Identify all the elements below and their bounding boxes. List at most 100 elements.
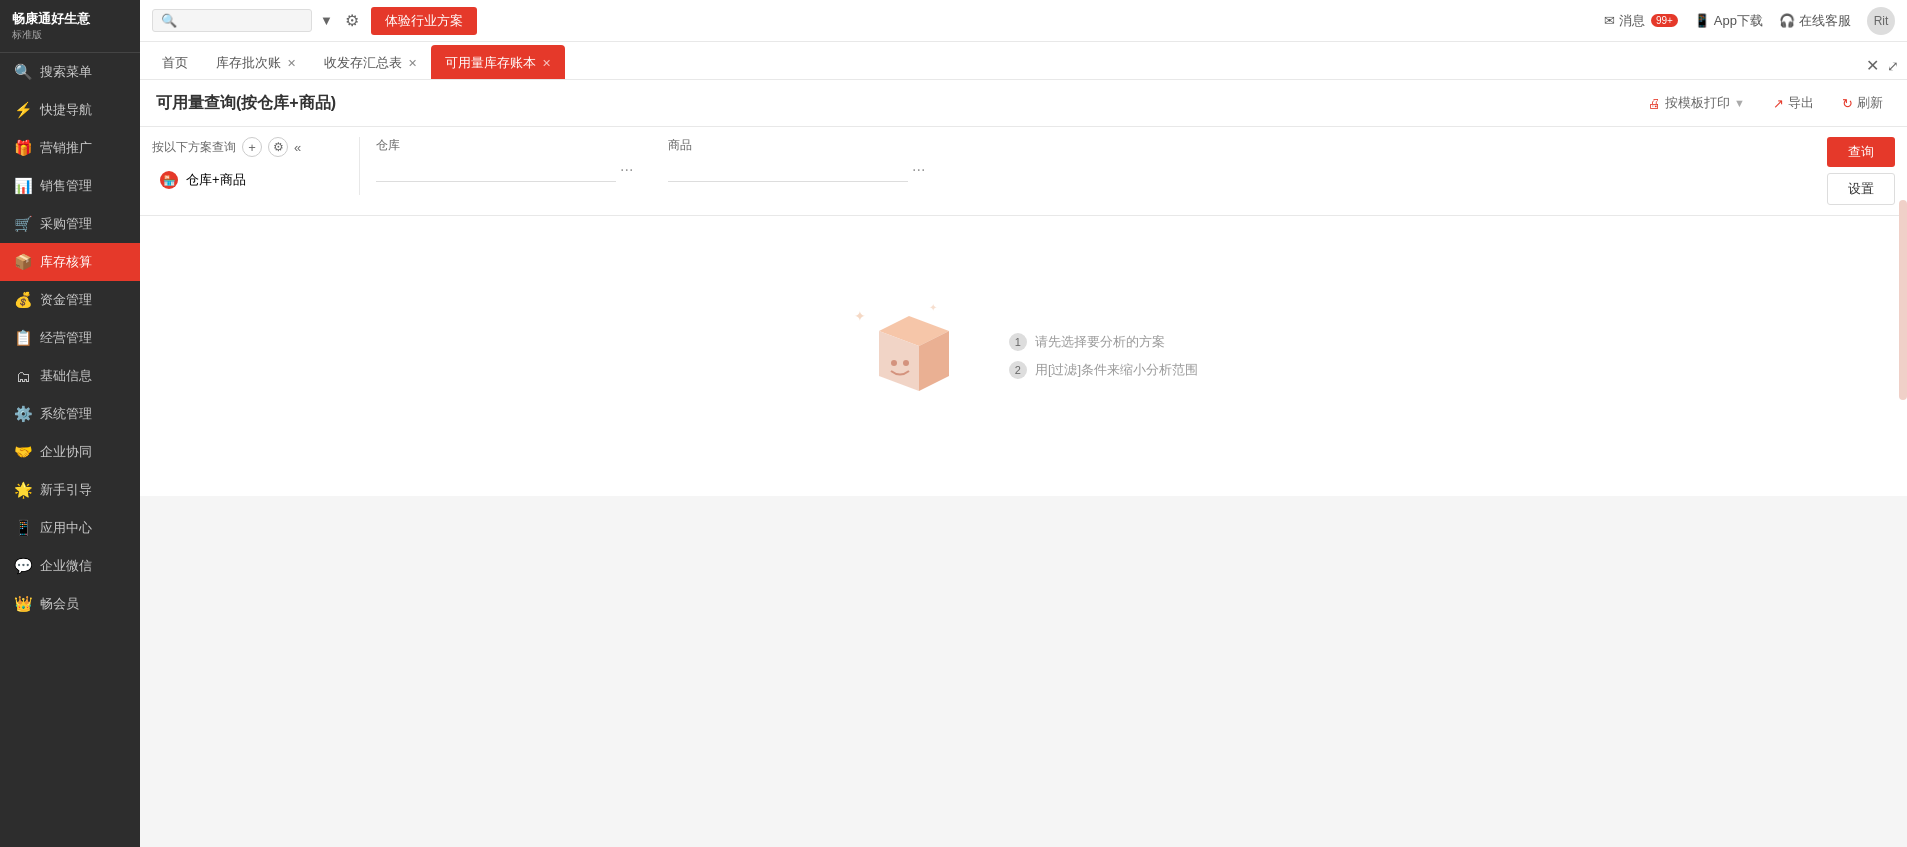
logo-title: 畅康通好生意 [12,10,128,28]
tab-batch-ledger[interactable]: 库存批次账 ✕ [202,45,310,79]
tab-batch-ledger-close[interactable]: ✕ [287,57,296,70]
search-input[interactable] [181,14,301,28]
filter-group-product: 商品 ··· [668,137,948,182]
sales-icon: 📊 [14,177,32,195]
shortcut-icon: ⚡ [14,101,32,119]
sidebar-item-cooperation[interactable]: 🤝 企业协同 [0,433,140,471]
refresh-icon: ↻ [1842,96,1853,111]
query-button[interactable]: 查询 [1827,137,1895,167]
search-icon: 🔍 [14,63,32,81]
warehouse-filter-more-icon[interactable]: ··· [620,161,633,179]
filters-panel: 仓库 ··· 商品 ··· [360,137,1815,182]
topbar-dropdown-icon[interactable]: ▼ [320,13,333,28]
sidebar-item-operation[interactable]: 📋 经营管理 [0,319,140,357]
sidebar-item-inventory[interactable]: 📦 库存核算 [0,243,140,281]
online-service-button[interactable]: 🎧 在线客服 [1779,12,1851,30]
tab-available-qty-close[interactable]: ✕ [542,57,551,70]
member-icon: 👑 [14,595,32,613]
sidebar-item-system[interactable]: ⚙️ 系统管理 [0,395,140,433]
scheme-collapse-button[interactable]: « [294,140,301,155]
user-profile[interactable]: Rit [1867,7,1895,35]
purchase-icon: 🛒 [14,215,32,233]
scheme-panel: 按以下方案查询 + ⚙ « 🏪 仓库+商品 [140,137,360,195]
sidebar-item-member[interactable]: 👑 畅会员 [0,585,140,623]
tab-home[interactable]: 首页 [148,45,202,79]
tab-collect-ledger-close[interactable]: ✕ [408,57,417,70]
warehouse-filter-input[interactable] [376,158,616,182]
hint-1-num: 1 [1009,333,1027,351]
right-scrollbar[interactable] [1899,200,1907,400]
topbar-search-box[interactable]: 🔍 [152,9,312,32]
svg-point-4 [903,360,909,366]
sidebar-item-basic[interactable]: 🗂 基础信息 [0,357,140,395]
product-filter-input[interactable] [668,158,908,182]
wechat-icon: 💬 [14,557,32,575]
sidebar-item-marketing[interactable]: 🎁 营销推广 [0,129,140,167]
sidebar-item-purchase[interactable]: 🛒 采购管理 [0,205,140,243]
scheme-header-label: 按以下方案查询 [152,139,236,156]
empty-hint-2: 2 用[过滤]条件来缩小分析范围 [1009,361,1198,379]
warehouse-filter-row: ··· [376,158,656,182]
sidebar: 畅康通好生意 标准版 🔍 搜索菜单 ⚡ 快捷导航 🎁 营销推广 📊 销售管理 🛒… [0,0,140,847]
inventory-icon: 📦 [14,253,32,271]
settings-button[interactable]: 设置 [1827,173,1895,205]
marketing-icon: 🎁 [14,139,32,157]
filter-group-warehouse: 仓库 ··· [376,137,656,182]
avatar: Rit [1867,7,1895,35]
empty-box-svg: ✦ ✦ [849,296,969,416]
search-input-icon: 🔍 [161,13,177,28]
print-icon: 🖨 [1648,96,1661,111]
operation-icon: 📋 [14,329,32,347]
empty-state: ✦ ✦ 1 请先选择要分析的方案 2 用[过滤]条件来缩小分析范围 [140,216,1907,496]
page-title: 可用量查询(按仓库+商品) [156,93,336,114]
empty-illustration: ✦ ✦ [849,296,969,416]
svg-text:✦: ✦ [854,308,866,324]
print-dropdown-icon[interactable]: ▼ [1734,97,1745,109]
scheme-add-button[interactable]: + [242,137,262,157]
svg-text:✦: ✦ [929,302,937,313]
sidebar-item-newbie[interactable]: 🌟 新手引导 [0,471,140,509]
export-icon: ↗ [1773,96,1784,111]
empty-state-inner: ✦ ✦ 1 请先选择要分析的方案 2 用[过滤]条件来缩小分析范围 [849,296,1198,416]
sidebar-scroll: 🔍 搜索菜单 ⚡ 快捷导航 🎁 营销推广 📊 销售管理 🛒 采购管理 📦 库存核… [0,53,140,847]
service-icon: 🎧 [1779,13,1795,28]
trial-industry-button[interactable]: 体验行业方案 [371,7,477,35]
page-header-actions: 🖨 按模板打印 ▼ ↗ 导出 ↻ 刷新 [1640,90,1891,116]
message-button[interactable]: ✉ 消息 99+ [1604,12,1678,30]
settings-gear-icon[interactable]: ⚙ [341,7,363,34]
product-filter-row: ··· [668,158,948,182]
product-filter-label: 商品 [668,137,948,154]
sidebar-item-shortcut[interactable]: ⚡ 快捷导航 [0,91,140,129]
basic-icon: 🗂 [14,367,32,385]
query-row: 按以下方案查询 + ⚙ « 🏪 仓库+商品 仓库 [140,137,1907,205]
finance-icon: 💰 [14,291,32,309]
tab-available-qty[interactable]: 可用量库存账本 ✕ [431,45,565,79]
tabbar: 首页 库存批次账 ✕ 收发存汇总表 ✕ 可用量库存账本 ✕ ✕ ⤢ [140,42,1907,80]
hint-2-num: 2 [1009,361,1027,379]
refresh-button[interactable]: ↻ 刷新 [1834,90,1891,116]
sidebar-item-wechat[interactable]: 💬 企业微信 [0,547,140,585]
app-download-button[interactable]: 📱 App下载 [1694,12,1763,30]
export-button[interactable]: ↗ 导出 [1765,90,1822,116]
system-icon: ⚙️ [14,405,32,423]
print-by-template-button[interactable]: 🖨 按模板打印 ▼ [1640,90,1753,116]
empty-hint-1: 1 请先选择要分析的方案 [1009,333,1198,351]
message-badge: 99+ [1651,14,1678,27]
logo-sub: 标准版 [12,28,128,42]
tab-collect-ledger[interactable]: 收发存汇总表 ✕ [310,45,431,79]
tabbar-right-controls: ✕ ⤢ [1866,56,1899,79]
sidebar-item-sales[interactable]: 📊 销售管理 [0,167,140,205]
page-content: 可用量查询(按仓库+商品) 🖨 按模板打印 ▼ ↗ 导出 ↻ 刷新 [140,80,1907,847]
sidebar-item-finance[interactable]: 💰 资金管理 [0,281,140,319]
message-icon: ✉ [1604,13,1615,28]
sidebar-item-app-center[interactable]: 📱 应用中心 [0,509,140,547]
sidebar-item-search[interactable]: 🔍 搜索菜单 [0,53,140,91]
tabbar-window-close[interactable]: ✕ [1866,56,1879,75]
main-area: 🔍 ▼ ⚙ 体验行业方案 ✉ 消息 99+ 📱 App下载 🎧 在线客服 Rit [140,0,1907,847]
scheme-header: 按以下方案查询 + ⚙ « [152,137,347,157]
tabbar-expand-icon[interactable]: ⤢ [1887,58,1899,74]
product-filter-more-icon[interactable]: ··· [912,161,925,179]
scheme-settings-button[interactable]: ⚙ [268,137,288,157]
scheme-item-warehouse-product[interactable]: 🏪 仓库+商品 [152,165,347,195]
query-btn-area: 查询 设置 [1815,137,1907,205]
